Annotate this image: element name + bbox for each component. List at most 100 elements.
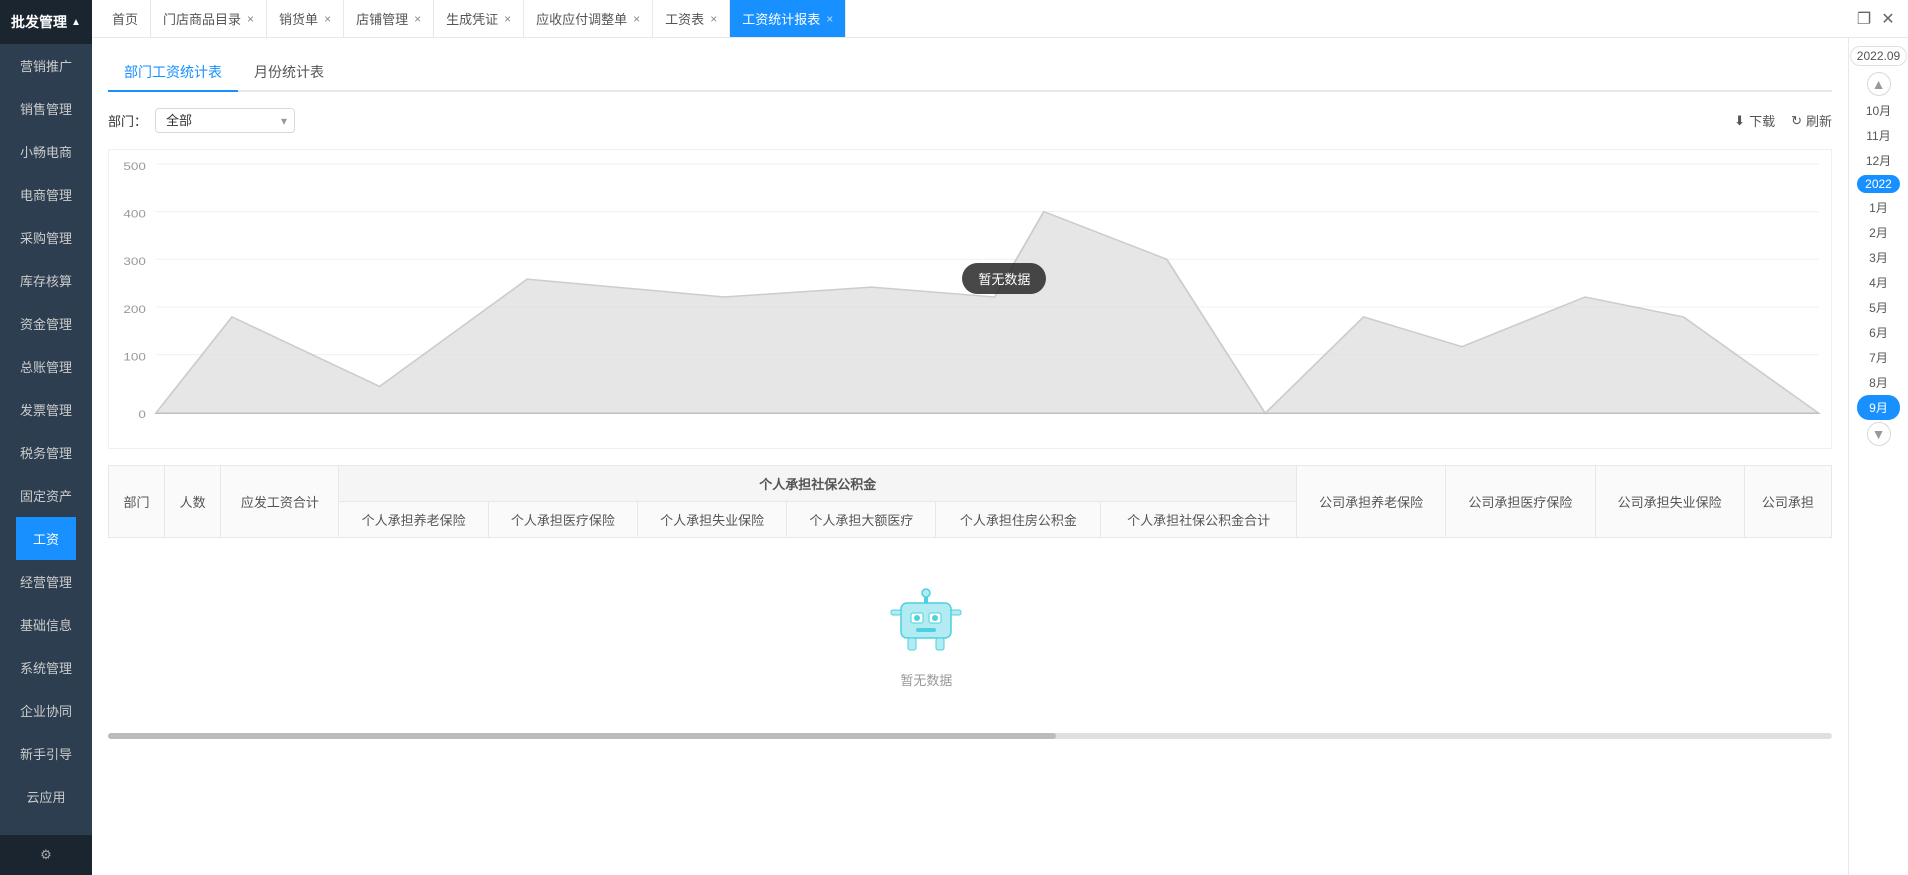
col-personal-unemployment: 个人承担失业保险 [637,502,786,538]
table-scroll-hint[interactable] [108,733,1832,739]
toolbar-right: ⬇ 下载 ↻ 刷新 [1734,111,1832,130]
sidebar-item-basic[interactable]: 基础信息 [16,603,76,646]
sidebar-item-finance[interactable]: 资金管理 [16,302,76,345]
timeline-month-12月[interactable]: 12月 [1857,148,1900,173]
timeline-month-1月[interactable]: 1月 [1857,195,1900,220]
timeline-month-2月[interactable]: 2月 [1857,220,1900,245]
tab-sales[interactable]: 销货单 × [267,0,344,38]
settings-button[interactable]: ⚙ [0,835,92,875]
tab-close-sales[interactable]: × [324,12,331,26]
sub-tab-month-stats[interactable]: 月份统计表 [238,54,340,92]
tab-label-home: 首页 [112,9,138,28]
sidebar-item-enterprise[interactable]: 企业协同 [16,689,76,732]
sidebar-item-ecom[interactable]: 电商管理 [16,173,76,216]
sidebar-item-ledger[interactable]: 总账管理 [16,345,76,388]
tab-close-payroll[interactable]: × [710,12,717,26]
dept-select[interactable]: 全部 [155,108,295,133]
timeline-month-5月[interactable]: 5月 [1857,295,1900,320]
timeline-month-10月[interactable]: 10月 [1857,98,1900,123]
timeline-down-button[interactable]: ▼ [1867,422,1891,446]
col-company-medical: 公司承担医疗保险 [1446,466,1595,538]
timeline-month-8月[interactable]: 8月 [1857,370,1900,395]
tab-label-payroll: 工资表 [665,9,704,28]
download-icon: ⬇ [1734,113,1745,129]
tab-close-receivable[interactable]: × [633,12,640,26]
download-button[interactable]: ⬇ 下载 [1734,111,1775,130]
col-dept: 部门 [109,466,165,538]
tab-close-payroll-report[interactable]: × [826,12,833,26]
col-personal-insurance-total: 个人承担社保公积金合计 [1101,502,1297,538]
tab-payroll-report[interactable]: 工资统计报表 × [730,0,846,38]
tab-close-catalog[interactable]: × [247,12,254,26]
timeline-year-2022: 2022 [1857,175,1900,193]
col-headcount: 人数 [165,466,221,538]
col-personal-insurance-group: 个人承担社保公积金 [339,466,1297,502]
sidebar-header-label: 批发管理 [11,12,67,32]
timeline-month-3月[interactable]: 3月 [1857,245,1900,270]
gear-icon: ⚙ [40,847,52,862]
timeline-year-badge[interactable]: 2022.09 [1850,46,1907,66]
sidebar-item-purchase[interactable]: 采购管理 [16,216,76,259]
svg-text:0: 0 [138,408,146,420]
svg-text:400: 400 [123,208,146,220]
sidebar-item-sales[interactable]: 销售管理 [16,87,76,130]
sidebar-item-tax[interactable]: 税务管理 [16,431,76,474]
empty-state: 暂无数据 [109,538,1745,729]
svg-text:500: 500 [123,160,146,172]
refresh-button[interactable]: ↻ 刷新 [1791,111,1832,130]
sidebar-item-inventory[interactable]: 库存核算 [16,259,76,302]
tab-label-voucher: 生成凭证 [446,9,498,28]
sidebar-header[interactable]: 批发管理 ▲ [0,0,92,44]
timeline-month-4月[interactable]: 4月 [1857,270,1900,295]
sidebar-item-cloud[interactable]: 云应用 [16,775,76,818]
sidebar-item-operations[interactable]: 经营管理 [16,560,76,603]
col-company-pension: 公司承担养老保险 [1297,466,1446,538]
sidebar-item-invoice[interactable]: 发票管理 [16,388,76,431]
table-scroll-thumb [108,733,1056,739]
tab-payroll[interactable]: 工资表 × [653,0,730,38]
page-content: 部门工资统计表月份统计表 部门： 全部 ▾ ⬇ 下载 [92,38,1848,875]
tab-label-sales: 销货单 [279,9,318,28]
tabs-bar: 首页门店商品目录×销货单×店铺管理×生成凭证×应收应付调整单×工资表×工资统计报… [92,0,1908,38]
svg-text:300: 300 [123,255,146,267]
col-personal-pension: 个人承担养老保险 [339,502,488,538]
toolbar: 部门： 全部 ▾ ⬇ 下载 ↻ 刷新 [108,108,1832,133]
chevron-up-icon: ▲ [71,17,81,28]
svg-text:100: 100 [123,351,146,363]
stats-table: 部门 人数 应发工资合计 个人承担社保公积金 公司承担养老保险 公司承担医疗保险… [108,465,1832,729]
timeline-up-button[interactable]: ▲ [1867,72,1891,96]
empty-state-row: 暂无数据 [109,538,1832,730]
timeline-month-11月[interactable]: 11月 [1857,123,1900,148]
empty-label: 暂无数据 [900,670,952,689]
restore-button[interactable]: ❐ [1856,11,1872,27]
download-label: 下载 [1749,111,1775,130]
tab-catalog[interactable]: 门店商品目录 × [151,0,267,38]
timeline-month-6月[interactable]: 6月 [1857,320,1900,345]
tab-close-voucher[interactable]: × [504,12,511,26]
sidebar: 批发管理 ▲ 营销推广销售管理小畅电商电商管理采购管理库存核算资金管理总账管理发… [0,0,92,875]
tab-voucher[interactable]: 生成凭证 × [434,0,524,38]
sidebar-item-fixedasset[interactable]: 固定资产 [16,474,76,517]
empty-icon [886,578,966,658]
sub-tabs: 部门工资统计表月份统计表 [108,54,1832,92]
sidebar-item-salary[interactable]: 工资 [16,517,76,560]
tab-close-store[interactable]: × [414,12,421,26]
col-total-salary: 应发工资合计 [221,466,339,538]
tab-receivable[interactable]: 应收应付调整单× [524,0,653,38]
sidebar-item-mini[interactable]: 小畅电商 [16,130,76,173]
tab-label-catalog: 门店商品目录 [163,9,241,28]
col-personal-major-medical: 个人承担大额医疗 [787,502,936,538]
sidebar-item-system[interactable]: 系统管理 [16,646,76,689]
main-area: 首页门店商品目录×销货单×店铺管理×生成凭证×应收应付调整单×工资表×工资统计报… [92,0,1908,875]
chart-container: 500 400 300 200 100 0 [108,149,1832,449]
tab-label-payroll-report: 工资统计报表 [742,9,820,28]
tab-store[interactable]: 店铺管理× [344,0,434,38]
data-table: 部门 人数 应发工资合计 个人承担社保公积金 公司承担养老保险 公司承担医疗保险… [108,465,1832,859]
sidebar-item-guide[interactable]: 新手引导 [16,732,76,775]
sub-tab-dept-stats[interactable]: 部门工资统计表 [108,54,238,92]
timeline-month-7月[interactable]: 7月 [1857,345,1900,370]
sidebar-item-marketing[interactable]: 营销推广 [16,44,76,87]
timeline-month-9月[interactable]: 9月 [1857,395,1900,420]
close-window-button[interactable]: ✕ [1880,11,1896,27]
tab-home[interactable]: 首页 [100,0,151,38]
